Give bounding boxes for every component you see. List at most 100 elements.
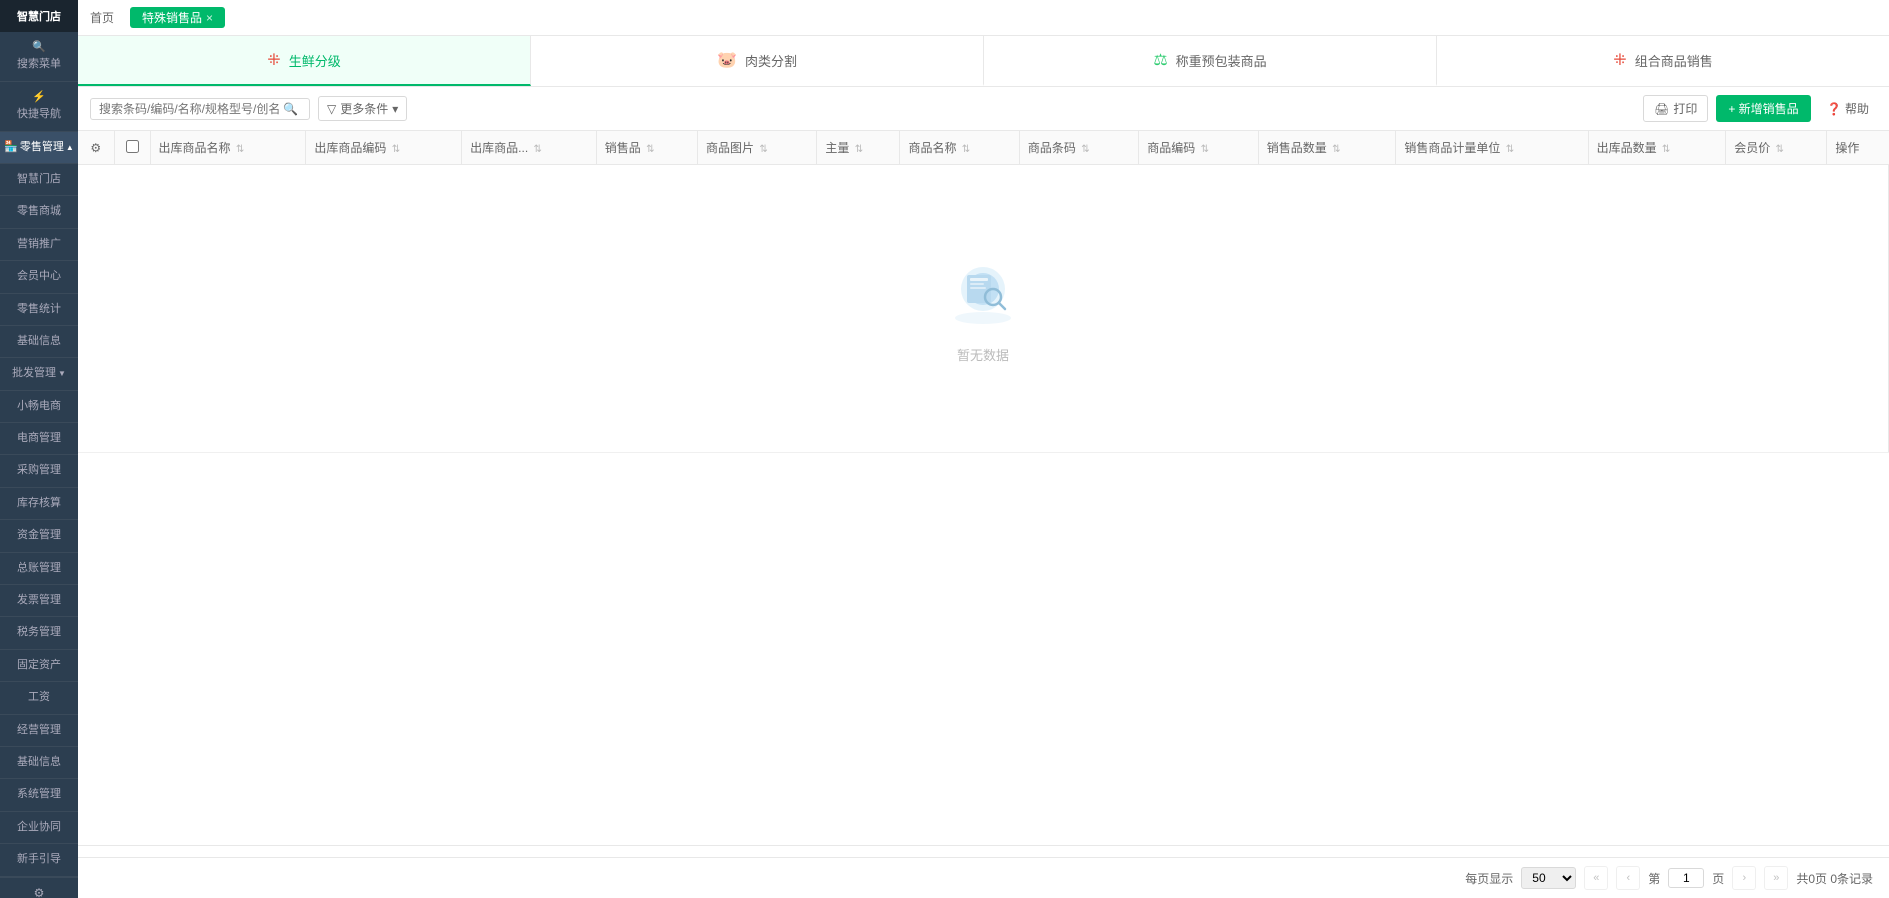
tabs-row: ⁜ 生鲜分级 🐷 肉类分割 ⚖ 称重预包装商品 ⁜ 组合商品销售 (78, 36, 1889, 87)
empty-state: 暂无数据 (86, 173, 1880, 444)
col-sales-product[interactable]: 销售品 ⇅ (596, 131, 697, 165)
breadcrumb-close-icon[interactable]: × (206, 11, 213, 25)
sidebar-item-biz-agreement[interactable]: 企业协同 (0, 812, 78, 844)
sidebar-item-search-menu[interactable]: 🔍 搜索菜单 (0, 32, 78, 82)
empty-text: 暂无数据 (957, 345, 1009, 364)
col-out-product-code[interactable]: 出库商品编码 ⇅ (306, 131, 462, 165)
sidebar-item-inventory[interactable]: 库存核算 (0, 488, 78, 520)
search-box[interactable]: 🔍 (90, 98, 310, 120)
col-checkbox[interactable] (114, 131, 150, 165)
col-product-image-label: 商品图片 (706, 141, 754, 155)
col-sales-unit[interactable]: 销售商品计量单位 ⇅ (1396, 131, 1588, 165)
sidebar-item-retail-mall[interactable]: 零售商城 (0, 196, 78, 228)
horizontal-scrollbar[interactable] (78, 845, 1889, 857)
total-label: 共0页 0条记录 (1796, 870, 1873, 887)
add-label: + 新增销售品 (1728, 100, 1798, 117)
sidebar-label-fixed-assets: 固定资产 (17, 658, 61, 673)
fresh-grade-icon: ⁜ (267, 50, 280, 70)
app-logo: 智慧门店 (0, 0, 78, 32)
page-content: ⁜ 生鲜分级 🐷 肉类分割 ⚖ 称重预包装商品 ⁜ 组合商品销售 🔍 (78, 36, 1889, 898)
filter-button[interactable]: ▽ 更多条件 ▾ (318, 96, 407, 121)
sidebar-item-smart-store[interactable]: 智慧门店 (0, 164, 78, 196)
sidebar-item-ecom-mgmt[interactable]: 电商管理 (0, 423, 78, 455)
sort-icon-out-product-x: ⇅ (534, 144, 542, 155)
search-icon[interactable]: 🔍 (283, 102, 298, 116)
col-sales-unit-label: 销售商品计量单位 (1404, 141, 1500, 155)
print-icon: 🖨 (1654, 102, 1669, 116)
sidebar-item-invoice-mgmt[interactable]: 发票管理 (0, 585, 78, 617)
breadcrumb-home[interactable]: 首页 (90, 9, 114, 26)
sidebar-item-new-guide[interactable]: 新手引导 (0, 844, 78, 876)
col-weight[interactable]: 主量 ⇅ (817, 131, 900, 165)
col-product-barcode[interactable]: 商品条码 ⇅ (1019, 131, 1138, 165)
per-page-select[interactable]: 10 20 50 100 (1521, 867, 1576, 889)
first-page-button[interactable]: « (1584, 866, 1608, 890)
sidebar-label-purchase-mgmt: 采购管理 (17, 463, 61, 478)
sidebar-label-salary: 工资 (28, 690, 50, 705)
col-out-qty-label: 出库品数量 (1597, 141, 1657, 155)
page-number-input[interactable] (1668, 868, 1704, 888)
col-product-image[interactable]: 商品图片 ⇅ (697, 131, 816, 165)
col-settings[interactable]: ⚙ (78, 131, 114, 165)
search-input[interactable] (99, 102, 279, 116)
col-out-product-name[interactable]: 出库商品名称 ⇅ (150, 131, 306, 165)
sidebar-label-quick-nav: 快捷导航 (17, 107, 61, 122)
col-member-price-label: 会员价 (1734, 141, 1770, 155)
sidebar-item-tax-mgmt[interactable]: 税务管理 (0, 617, 78, 649)
meat-cut-icon: 🐷 (717, 50, 737, 70)
sidebar-item-fixed-assets[interactable]: 固定资产 (0, 650, 78, 682)
sidebar-label-sales-promo: 营销推广 (17, 237, 61, 252)
sidebar-item-salary[interactable]: 工资 (0, 682, 78, 714)
sidebar-item-wholesale-mgmt[interactable]: 批发管理 ▼ (0, 358, 78, 390)
sidebar-item-sales-promo[interactable]: 营销推广 (0, 229, 78, 261)
sidebar-item-system-mgmt[interactable]: 系统管理 (0, 779, 78, 811)
sidebar-label-invoice-mgmt: 发票管理 (17, 593, 61, 608)
empty-state-cell: 暂无数据 (78, 165, 1889, 453)
sidebar-item-member-center[interactable]: 会员中心 (0, 261, 78, 293)
tab-weigh-pack[interactable]: ⚖ 称重预包装商品 (984, 36, 1437, 86)
print-label: 打印 (1673, 100, 1697, 117)
col-sales-qty[interactable]: 销售品数量 ⇅ (1258, 131, 1396, 165)
add-sales-product-button[interactable]: + 新增销售品 (1716, 95, 1810, 122)
sidebar-item-general-ledger[interactable]: 总账管理 (0, 553, 78, 585)
col-product-code[interactable]: 商品编码 ⇅ (1139, 131, 1258, 165)
print-button[interactable]: 🖨 打印 (1643, 95, 1708, 122)
tab-combo-sales[interactable]: ⁜ 组合商品销售 (1437, 36, 1889, 86)
col-out-product-x[interactable]: 出库商品... ⇅ (462, 131, 597, 165)
next-page-button[interactable]: › (1732, 866, 1756, 890)
sidebar-item-purchase-mgmt[interactable]: 采购管理 (0, 455, 78, 487)
retail-mgmt-arrow: ▲ (66, 142, 74, 153)
col-product-name[interactable]: 商品名称 ⇅ (900, 131, 1019, 165)
weigh-pack-icon: ⚖ (1153, 50, 1167, 70)
tab-meat-cut[interactable]: 🐷 肉类分割 (531, 36, 984, 86)
main-content: 首页 特殊销售品 × ⁜ 生鲜分级 🐷 肉类分割 ⚖ 称重预包装商品 ⁜ 组 (78, 0, 1889, 898)
breadcrumb-current-label: 特殊销售品 (142, 9, 202, 26)
search-menu-icon: 🔍 (32, 40, 46, 55)
settings-gear[interactable]: ⚙ (0, 877, 78, 898)
settings-icon[interactable]: ⚙ (90, 141, 101, 155)
last-page-button[interactable]: » (1764, 866, 1788, 890)
col-out-qty[interactable]: 出库品数量 ⇅ (1588, 131, 1726, 165)
sidebar-label-system-mgmt: 系统管理 (17, 787, 61, 802)
sidebar-label-wholesale-mgmt: 批发管理 (12, 366, 56, 381)
breadcrumb-current[interactable]: 特殊销售品 × (130, 7, 225, 28)
select-all-checkbox[interactable] (126, 140, 139, 153)
help-button[interactable]: ❓ 帮助 (1819, 96, 1877, 121)
sidebar-item-fund-mgmt[interactable]: 资金管理 (0, 520, 78, 552)
help-label: 帮助 (1845, 102, 1869, 116)
sort-icon-sales-unit: ⇅ (1506, 144, 1514, 155)
col-action: 操作 (1827, 131, 1889, 165)
sort-icon-product-name: ⇅ (962, 144, 970, 155)
sidebar-item-basic-info[interactable]: 基础信息 (0, 326, 78, 358)
sidebar-item-quick-nav[interactable]: ⚡ 快捷导航 (0, 82, 78, 132)
prev-page-button[interactable]: ‹ (1616, 866, 1640, 890)
sidebar-item-ops-mgmt[interactable]: 经营管理 (0, 715, 78, 747)
sidebar-item-retail-mgmt[interactable]: 🏪 零售管理 ▲ (0, 132, 78, 164)
page-label: 第 (1648, 870, 1660, 887)
sidebar-item-retail-stats[interactable]: 零售统计 (0, 294, 78, 326)
col-product-barcode-label: 商品条码 (1028, 141, 1076, 155)
col-member-price[interactable]: 会员价 ⇅ (1726, 131, 1827, 165)
tab-fresh-grade[interactable]: ⁜ 生鲜分级 (78, 36, 531, 86)
sidebar-item-basic-info2[interactable]: 基础信息 (0, 747, 78, 779)
sidebar-item-mini-app[interactable]: 小畅电商 (0, 391, 78, 423)
